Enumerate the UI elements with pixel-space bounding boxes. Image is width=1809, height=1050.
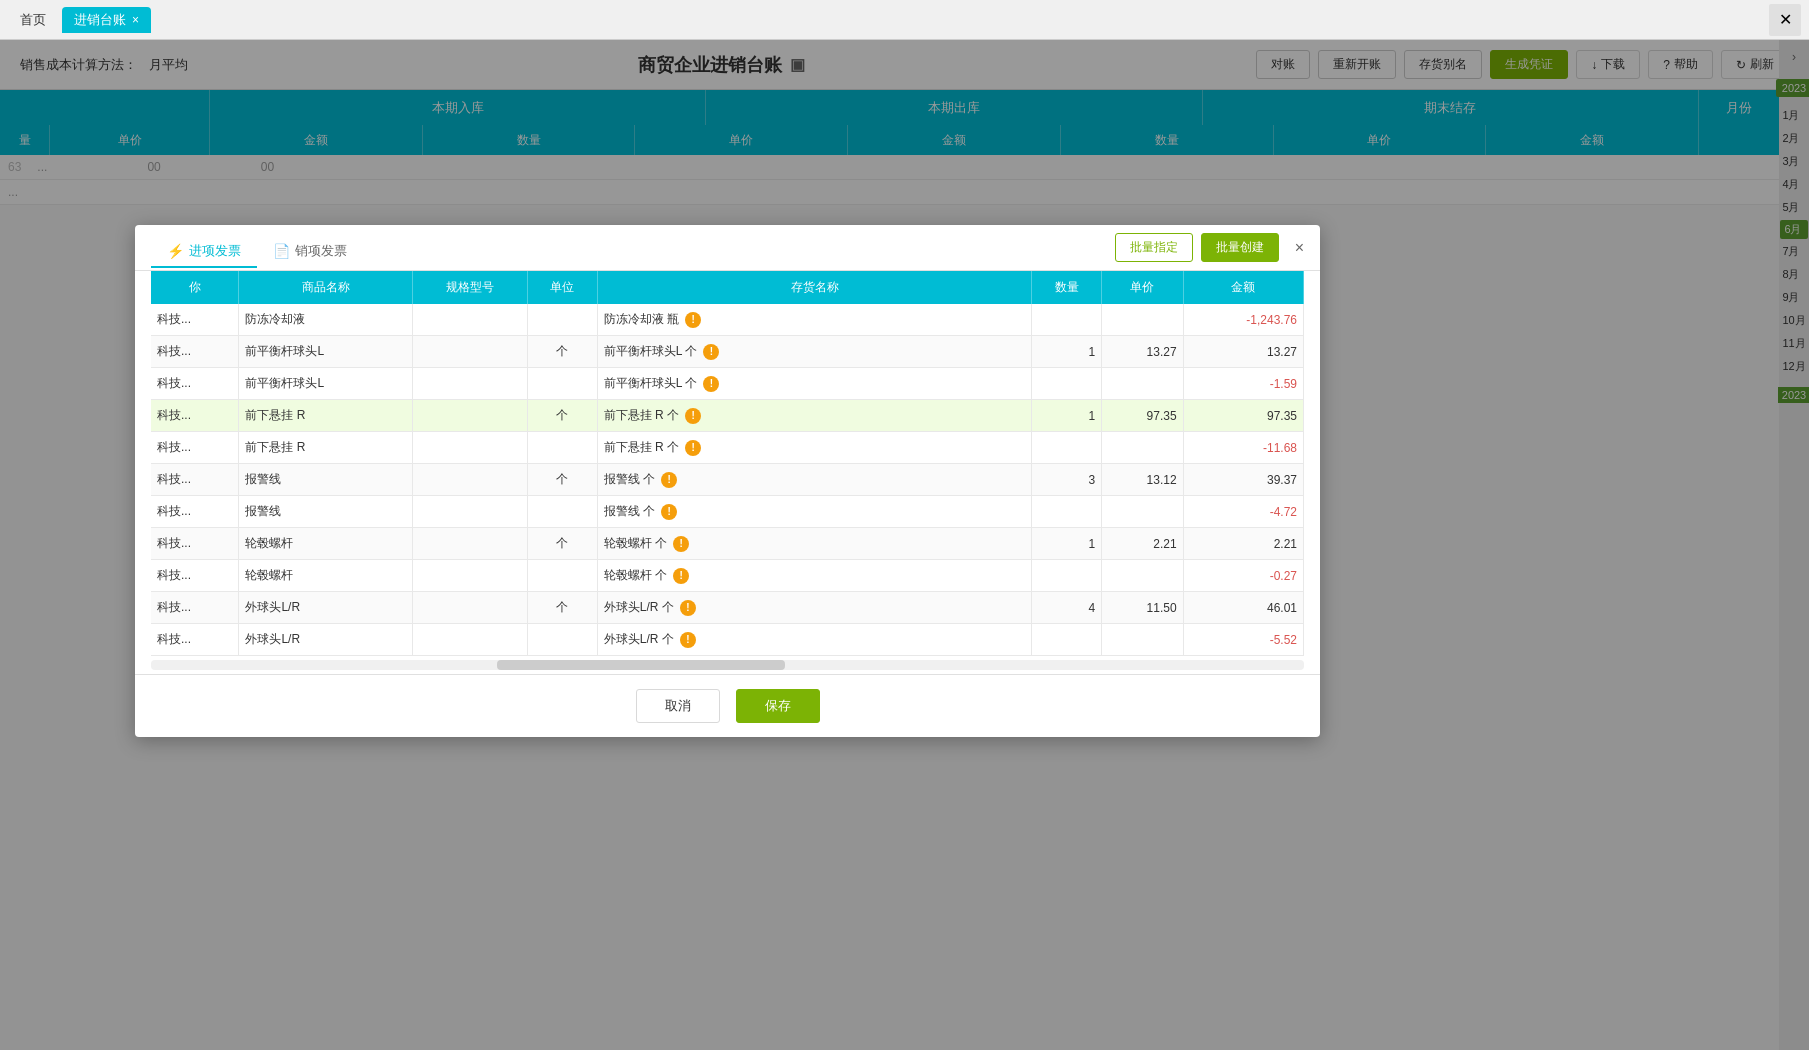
warning-icon: !	[680, 600, 696, 616]
window-close-button[interactable]: ✕	[1769, 4, 1801, 36]
invoice-table: 你 商品名称 规格型号 单位 存货名称 数量 单价 金额 科技...防冻冷却液防…	[151, 271, 1304, 656]
batch-assign-button[interactable]: 批量指定	[1115, 233, 1193, 262]
table-row: 科技...前平衡杆球头L前平衡杆球头L 个!-1.59	[151, 368, 1304, 400]
col-price: 单价	[1102, 271, 1183, 304]
dialog-top-actions: 批量指定 批量创建	[1115, 233, 1279, 270]
purchase-tab-label: 进项发票	[189, 242, 241, 260]
table-row: 科技...外球头L/R个外球头L/R 个!411.5046.01	[151, 592, 1304, 624]
active-tab-label: 进销台账	[74, 11, 126, 29]
dialog-close-icon[interactable]: ×	[1295, 239, 1304, 265]
table-body: 科技...防冻冷却液防冻冷却液 瓶!-1,243.76科技...前平衡杆球头L个…	[151, 304, 1304, 656]
sales-tab-icon: 📄	[273, 243, 290, 259]
tab-purchase-invoice[interactable]: ⚡ 进项发票	[151, 236, 257, 268]
home-tab[interactable]: 首页	[8, 7, 58, 33]
table-header-row: 你 商品名称 规格型号 单位 存货名称 数量 单价 金额	[151, 271, 1304, 304]
warning-icon: !	[661, 472, 677, 488]
horizontal-scrollbar[interactable]	[151, 660, 1304, 670]
warning-icon: !	[685, 440, 701, 456]
table-row: 科技...外球头L/R外球头L/R 个!-5.52	[151, 624, 1304, 656]
col-product: 商品名称	[239, 271, 412, 304]
dialog-tab-bar: ⚡ 进项发票 📄 销项发票 批量指定 批量创建 ×	[135, 225, 1320, 271]
col-company: 你	[151, 271, 239, 304]
batch-create-button[interactable]: 批量创建	[1201, 233, 1279, 262]
table-row: 科技...报警线个报警线 个!313.1239.37	[151, 464, 1304, 496]
dialog-tabs: ⚡ 进项发票 📄 销项发票	[151, 236, 363, 268]
warning-icon: !	[703, 376, 719, 392]
cancel-button[interactable]: 取消	[636, 689, 720, 723]
warning-icon: !	[680, 632, 696, 648]
table-row: 科技...前下悬挂 R个前下悬挂 R 个!197.3597.35	[151, 400, 1304, 432]
active-tab[interactable]: 进销台账 ×	[62, 7, 151, 33]
tab-sales-invoice[interactable]: 📄 销项发票	[257, 236, 363, 268]
tab-close-icon[interactable]: ×	[132, 13, 139, 27]
warning-icon: !	[661, 504, 677, 520]
col-inventory: 存货名称	[597, 271, 1032, 304]
col-spec: 规格型号	[412, 271, 527, 304]
warning-icon: !	[673, 568, 689, 584]
warning-icon: !	[685, 408, 701, 424]
scroll-thumb[interactable]	[497, 660, 785, 670]
save-button[interactable]: 保存	[736, 689, 820, 723]
dialog-footer: 取消 保存	[135, 674, 1320, 737]
invoice-table-container[interactable]: 你 商品名称 规格型号 单位 存货名称 数量 单价 金额 科技...防冻冷却液防…	[135, 271, 1320, 656]
col-qty: 数量	[1032, 271, 1102, 304]
main-area: 销售成本计算方法： 月平均 商贸企业进销台账 ▣ 对账 重新开账 存货别名 生成…	[0, 40, 1809, 1050]
table-row: 科技...防冻冷却液防冻冷却液 瓶!-1,243.76	[151, 304, 1304, 336]
warning-icon: !	[673, 536, 689, 552]
warning-icon: !	[703, 344, 719, 360]
purchase-tab-icon: ⚡	[167, 243, 184, 259]
invoice-dialog: ⚡ 进项发票 📄 销项发票 批量指定 批量创建 × 你 商品名称	[135, 225, 1320, 737]
table-row: 科技...报警线报警线 个!-4.72	[151, 496, 1304, 528]
table-row: 科技...前平衡杆球头L个前平衡杆球头L 个!113.2713.27	[151, 336, 1304, 368]
warning-icon: !	[685, 312, 701, 328]
col-amount: 金额	[1183, 271, 1303, 304]
table-row: 科技...轮毂螺杆轮毂螺杆 个!-0.27	[151, 560, 1304, 592]
col-unit: 单位	[527, 271, 597, 304]
table-row: 科技...前下悬挂 R前下悬挂 R 个!-11.68	[151, 432, 1304, 464]
table-row: 科技...轮毂螺杆个轮毂螺杆 个!12.212.21	[151, 528, 1304, 560]
top-bar: 首页 进销台账 × ✕	[0, 0, 1809, 40]
sales-tab-label: 销项发票	[295, 242, 347, 260]
